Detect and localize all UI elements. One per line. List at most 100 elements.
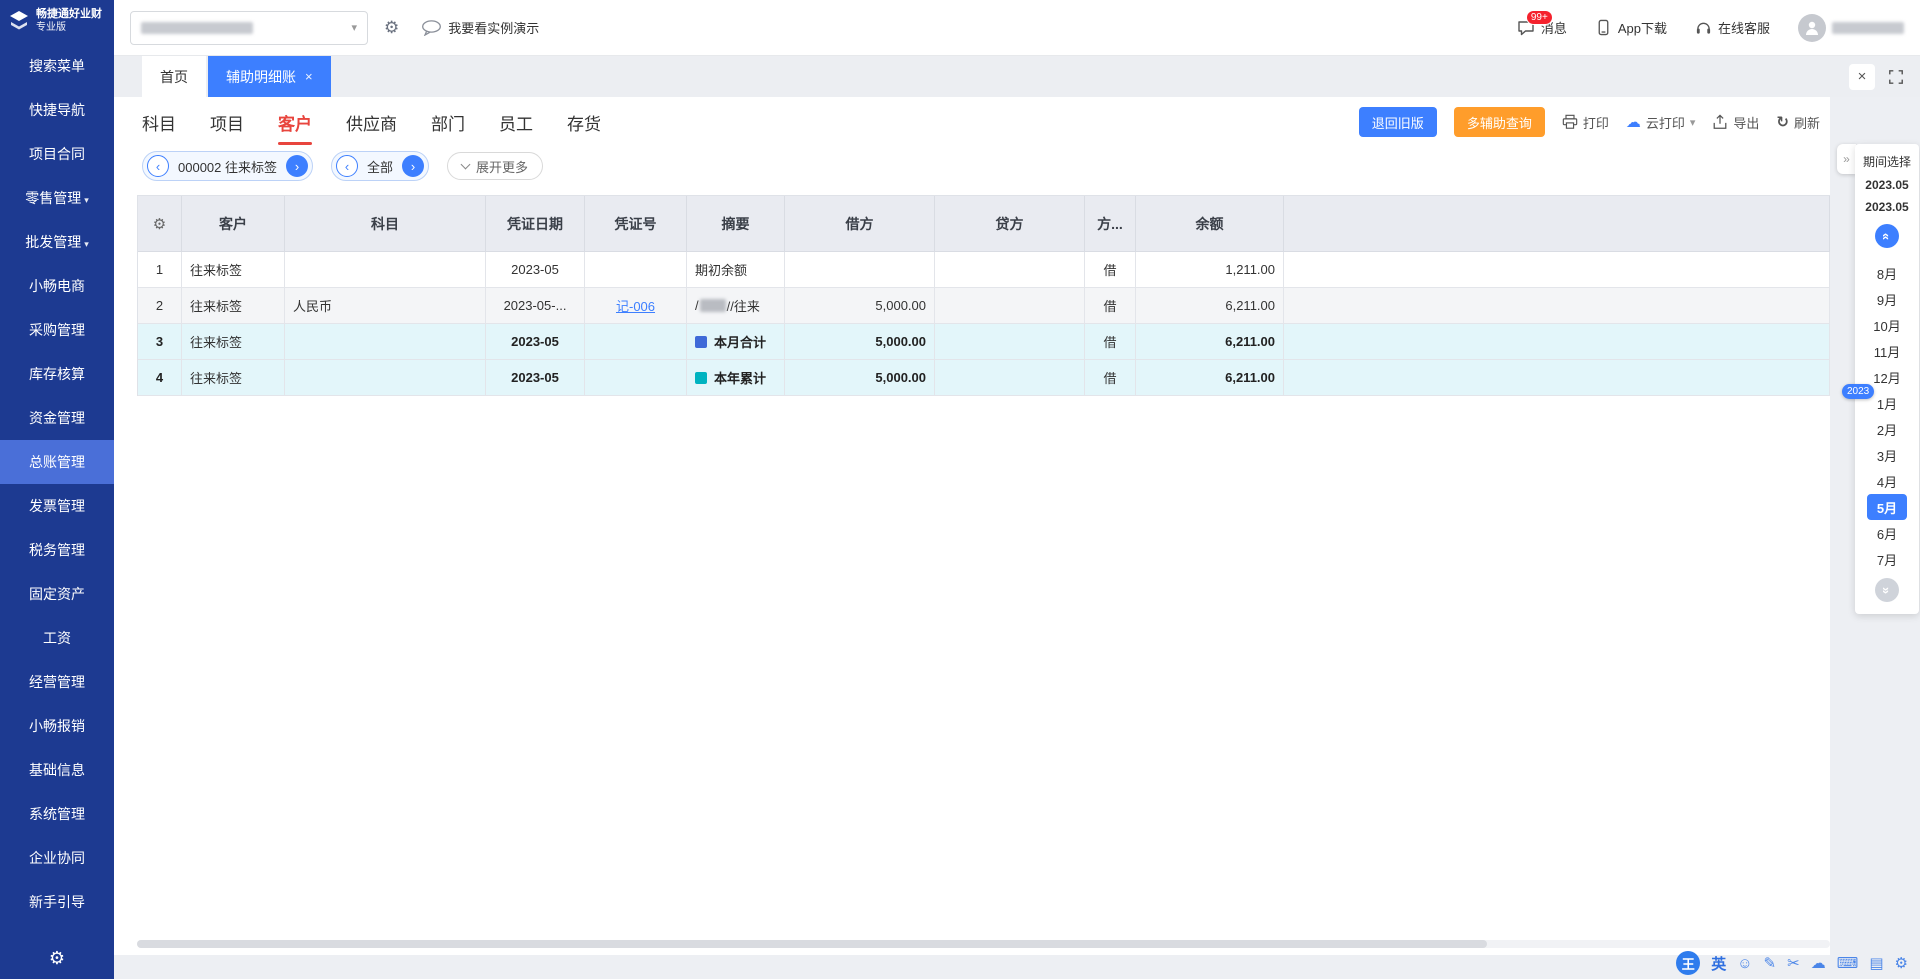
emoji-icon[interactable]: ☺	[1737, 956, 1752, 971]
demo-link[interactable]: 我要看实例演示	[421, 18, 539, 37]
sidebar-item[interactable]: 快捷导航	[0, 88, 114, 132]
table-row[interactable]: 4 往来标签 2023-05 本年累计 5,000.00 借 6,211.00	[138, 360, 1830, 396]
entity-tab[interactable]: 供应商	[344, 104, 399, 141]
month-item[interactable]: 4月	[1865, 468, 1909, 494]
user-account[interactable]	[1798, 13, 1904, 42]
messages-button[interactable]: 99+ 消息	[1517, 9, 1567, 37]
sidebar-item[interactable]: 经营管理	[0, 660, 114, 704]
settings-gear-icon[interactable]: ⚙	[384, 18, 399, 38]
online-service-button[interactable]: 在线客服	[1695, 18, 1770, 37]
month-item[interactable]: 11月	[1865, 338, 1909, 364]
month-item[interactable]: 10月	[1865, 312, 1909, 338]
period-start-field[interactable]: 2023.05	[1865, 178, 1908, 192]
back-to-old-version-button[interactable]: 退回旧版	[1358, 107, 1437, 137]
ime-language-indicator[interactable]: 英	[1711, 953, 1726, 974]
refresh-label: 刷新	[1793, 115, 1820, 131]
scroll-down-button[interactable]: »	[1875, 578, 1899, 602]
window-tab[interactable]: 辅助明细账 ×	[208, 56, 331, 97]
entity-tab[interactable]: 客户	[276, 104, 314, 145]
sidebar-settings-gear-icon[interactable]: ⚙	[0, 948, 114, 969]
cell-dir: 借	[1085, 252, 1136, 288]
sidebar-item[interactable]: 库存核算	[0, 352, 114, 396]
sidebar-item[interactable]: 批发管理 ▾	[0, 220, 114, 264]
toolbox-icon[interactable]: ▤	[1869, 956, 1883, 971]
table-settings-gear-icon[interactable]: ⚙	[138, 196, 182, 252]
window-tabs: 首页 辅助明细账 ×	[142, 56, 333, 97]
entity-tab[interactable]: 科目	[140, 104, 178, 141]
entity-tab[interactable]: 部门	[429, 104, 467, 141]
horizontal-scrollbar[interactable]	[137, 940, 1830, 948]
cell-summary: 本年累计	[687, 360, 785, 396]
export-button[interactable]: 导出	[1712, 113, 1759, 132]
table-row[interactable]: 3 往来标签 2023-05 本月合计 5,000.00 借 6,211.00	[138, 324, 1830, 360]
window-tab[interactable]: 首页	[142, 56, 206, 97]
sidebar-item[interactable]: 工资	[0, 616, 114, 660]
entity-tab[interactable]: 员工	[497, 104, 535, 141]
filter-scope-pill[interactable]: ‹ 全部 ›	[331, 151, 430, 181]
scissors-icon[interactable]: ✂	[1787, 956, 1800, 971]
cloud-icon[interactable]: ☁	[1811, 956, 1826, 971]
sidebar-item[interactable]: 企业协同	[0, 836, 114, 880]
cloud-print-button[interactable]: ☁ 云打印 ▾	[1626, 113, 1696, 132]
sidebar-item[interactable]: 发票管理	[0, 484, 114, 528]
app-download-button[interactable]: App下载	[1595, 18, 1667, 37]
print-button[interactable]: 打印	[1562, 113, 1609, 132]
fullscreen-button[interactable]	[1888, 69, 1904, 85]
filter-customer-pill[interactable]: ‹ 000002 往来标签 ›	[142, 151, 313, 181]
sidebar-item[interactable]: 系统管理	[0, 792, 114, 836]
sidebar-item[interactable]: 小畅电商	[0, 264, 114, 308]
collapse-left-icon[interactable]: ‹	[336, 155, 358, 177]
app-window: 畅捷通好业财 专业版 搜索菜单 快捷导航 项目合同 零售管理 ▾ 批发管理 ▾ 小畅电商 采购管…	[0, 0, 1920, 979]
month-item[interactable]: 5月	[1867, 494, 1907, 520]
person-icon	[1806, 21, 1818, 35]
sidebar-item[interactable]: 税务管理	[0, 528, 114, 572]
sidebar-item[interactable]: 资金管理	[0, 396, 114, 440]
refresh-button[interactable]: ↻ 刷新	[1776, 113, 1820, 132]
sidebar-item[interactable]: 新手引导	[0, 880, 114, 924]
table-row[interactable]: 1 往来标签 2023-05 期初余额 借 1,211.00	[138, 252, 1830, 288]
sidebar-item[interactable]: 零售管理 ▾	[0, 176, 114, 220]
cell-dir: 借	[1085, 324, 1136, 360]
voucher-link[interactable]: 记-006	[616, 296, 655, 315]
entity-tab[interactable]: 存货	[565, 104, 603, 141]
entity-tab[interactable]: 项目	[208, 104, 246, 141]
sidebar-item[interactable]: 项目合同	[0, 132, 114, 176]
month-item[interactable]: 8月	[1865, 260, 1909, 286]
keyboard-icon[interactable]: ⌨	[1837, 956, 1859, 971]
month-item[interactable]: 3月	[1865, 442, 1909, 468]
org-select[interactable]: ▾	[130, 10, 368, 45]
month-item[interactable]: 6月	[1865, 520, 1909, 546]
cell-subject	[285, 324, 486, 360]
month-item[interactable]: 2月	[1865, 416, 1909, 442]
month-item[interactable]: 7月	[1865, 546, 1909, 572]
multi-aux-query-button[interactable]: 多辅助查询	[1453, 107, 1545, 137]
collapse-left-icon[interactable]: ‹	[147, 155, 169, 177]
sidebar-item[interactable]: 小畅报销	[0, 704, 114, 748]
expand-more-button[interactable]: 展开更多	[447, 152, 544, 180]
gear-icon[interactable]: ⚙	[1895, 956, 1908, 971]
period-end-field[interactable]: 2023.05	[1865, 200, 1908, 214]
cell-seq: 3	[138, 324, 182, 360]
close-tab-icon[interactable]: ×	[305, 69, 313, 84]
cell-summary: / //往来	[687, 288, 785, 324]
next-arrow-icon[interactable]: ›	[286, 155, 308, 177]
sidebar-item-label: 固定资产	[29, 586, 85, 603]
year-badge: 2023	[1842, 384, 1875, 399]
panel-collapse-handle[interactable]: »	[1837, 144, 1856, 174]
ime-toolbar[interactable]: 王 英 ☺ ✎ ✂ ☁ ⌨ ▤ ⚙	[1676, 951, 1908, 975]
scroll-up-button[interactable]: «	[1875, 224, 1899, 248]
sidebar-item[interactable]: 总账管理	[0, 440, 114, 485]
sidebar-item[interactable]: 采购管理	[0, 308, 114, 352]
sidebar-item[interactable]: 基础信息	[0, 748, 114, 792]
ime-logo-icon[interactable]: 王	[1676, 951, 1701, 975]
window-tab-label: 辅助明细账	[226, 68, 296, 85]
month-item[interactable]: 9月	[1865, 286, 1909, 312]
scrollbar-thumb[interactable]	[137, 940, 1487, 948]
export-label: 导出	[1733, 115, 1760, 131]
pencil-icon[interactable]: ✎	[1764, 956, 1777, 971]
sidebar-item[interactable]: 固定资产	[0, 572, 114, 616]
table-row[interactable]: 2 往来标签 人民币 2023-05-... 记-006 / //往来 5,000.00 借 6,…	[138, 288, 1830, 324]
next-arrow-icon[interactable]: ›	[402, 155, 425, 177]
close-all-tabs-button[interactable]: ×	[1849, 63, 1875, 90]
sidebar-item[interactable]: 搜索菜单	[0, 44, 114, 88]
